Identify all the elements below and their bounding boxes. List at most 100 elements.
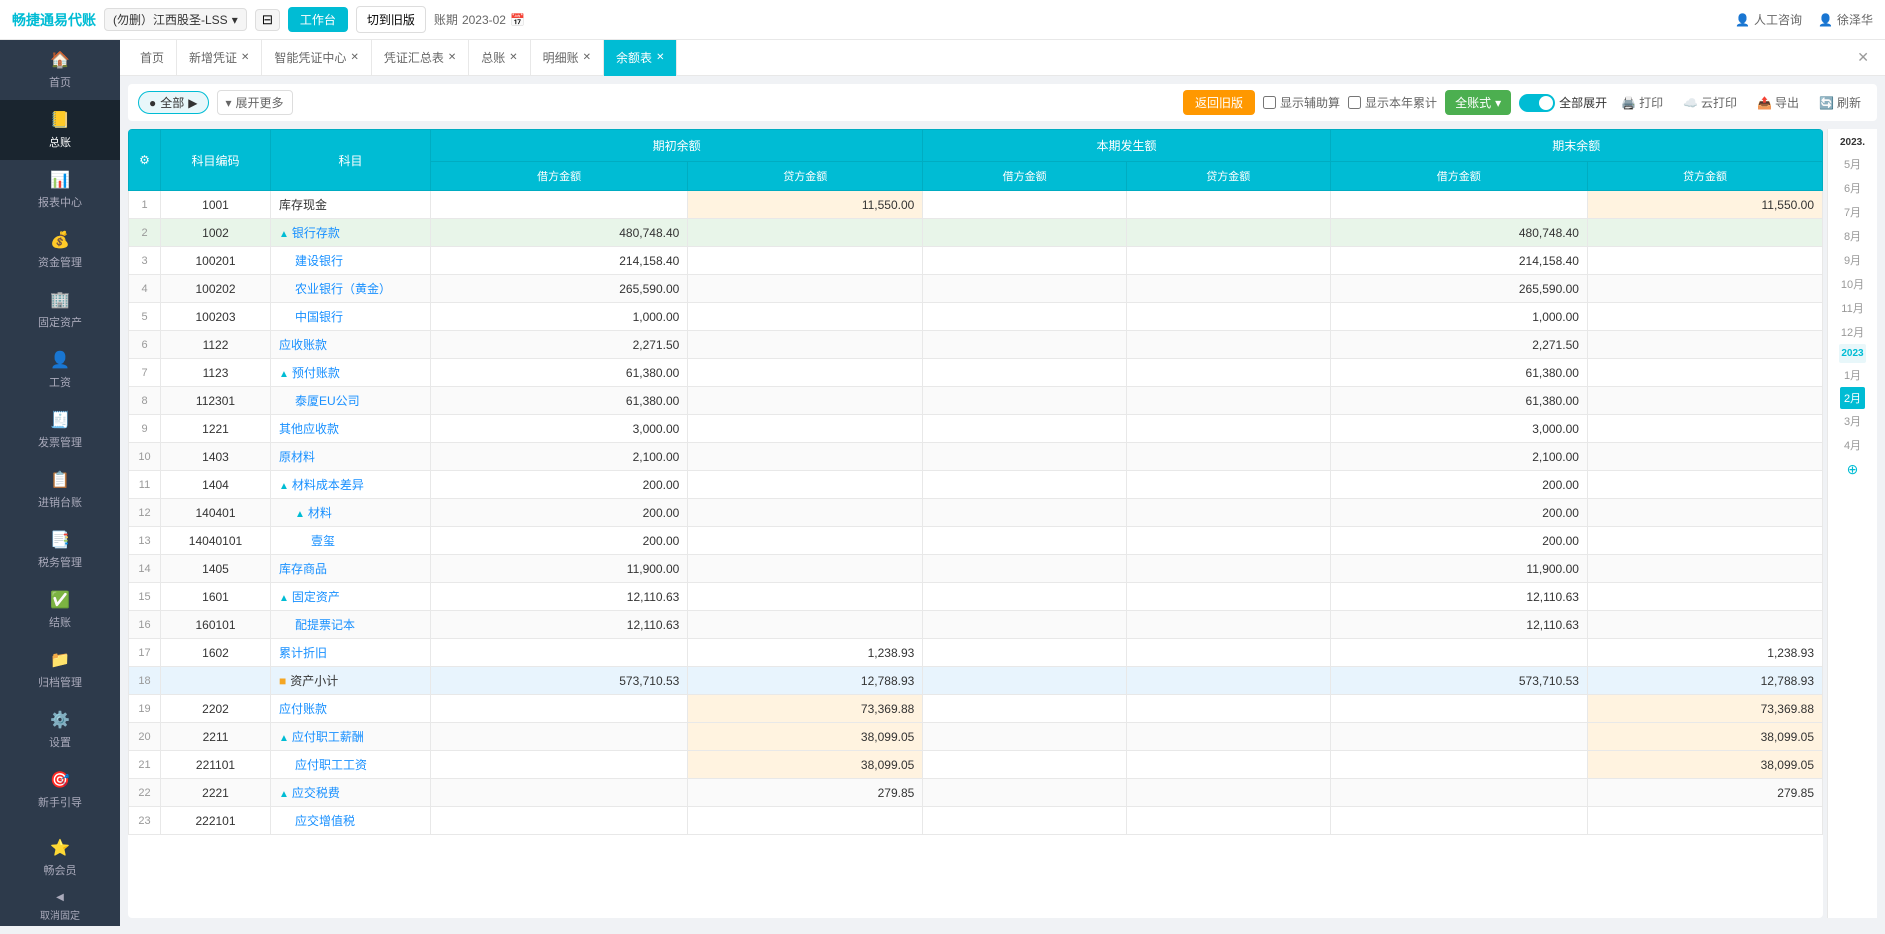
month-2-active[interactable]: 2月 bbox=[1840, 387, 1865, 409]
month-7[interactable]: 7月 bbox=[1842, 200, 1863, 224]
account-name-cell[interactable]: ▲材料 bbox=[271, 499, 431, 527]
account-name-cell[interactable]: 累计折旧 bbox=[271, 639, 431, 667]
print-btn[interactable]: 🖨️ 打印 bbox=[1615, 91, 1669, 114]
sidebar-item-purchasesales[interactable]: 📋 进销台账 bbox=[0, 460, 120, 520]
account-name-link[interactable]: 中国银行 bbox=[279, 310, 343, 324]
account-name-cell[interactable]: 原材料 bbox=[271, 443, 431, 471]
aux-checkbox-input[interactable] bbox=[1263, 96, 1276, 109]
account-name-cell[interactable]: 应交增值税 bbox=[271, 807, 431, 835]
sidebar-item-closing[interactable]: ✅ 结账 bbox=[0, 580, 120, 640]
account-name-cell[interactable]: ▲材料成本差异 bbox=[271, 471, 431, 499]
account-name-link[interactable]: 其他应收款 bbox=[279, 422, 339, 436]
cloud-print-btn[interactable]: ☁️ 云打印 bbox=[1677, 91, 1743, 114]
account-name-cell[interactable]: 应收账款 bbox=[271, 331, 431, 359]
account-name-cell[interactable]: ▲预付账款 bbox=[271, 359, 431, 387]
account-name-cell[interactable]: ▲应交税费 bbox=[271, 779, 431, 807]
copy-icon-btn[interactable]: ⊟ bbox=[255, 9, 280, 31]
month-3[interactable]: 3月 bbox=[1842, 409, 1863, 433]
month-12[interactable]: 12月 bbox=[1839, 320, 1866, 344]
sidebar-item-home[interactable]: 🏠 首页 bbox=[0, 40, 120, 100]
show-ytd-checkbox[interactable]: 显示本年累计 bbox=[1348, 94, 1437, 111]
sidebar-item-archive[interactable]: 📁 归档管理 bbox=[0, 640, 120, 700]
show-aux-checkbox[interactable]: 显示辅助算 bbox=[1263, 94, 1340, 111]
tab-balance[interactable]: 余额表 ✕ bbox=[604, 40, 677, 76]
month-11[interactable]: 11月 bbox=[1839, 296, 1865, 320]
tab-home[interactable]: 首页 bbox=[128, 40, 177, 76]
account-name-cell[interactable]: 泰厦EU公司 bbox=[271, 387, 431, 415]
account-name-cell[interactable]: 农业银行（黄金） bbox=[271, 275, 431, 303]
ytd-checkbox-input[interactable] bbox=[1348, 96, 1361, 109]
sidebar-item-funds[interactable]: 💰 资金管理 bbox=[0, 220, 120, 280]
account-name-cell[interactable]: 应付账款 bbox=[271, 695, 431, 723]
company-selector[interactable]: (勿删）江西股圣-LSS ▾ bbox=[104, 8, 247, 31]
help-info[interactable]: 👤 人工咨询 bbox=[1735, 11, 1802, 28]
account-name-link[interactable]: ▲预付账款 bbox=[279, 366, 340, 380]
account-name-cell[interactable]: 壹玺 bbox=[271, 527, 431, 555]
month-1[interactable]: 1月 bbox=[1842, 363, 1863, 387]
month-5[interactable]: 5月 bbox=[1842, 152, 1863, 176]
expand-btn[interactable]: ▾ 展开更多 bbox=[217, 90, 293, 115]
tab-voucher-summary-close[interactable]: ✕ bbox=[448, 52, 456, 63]
account-name-link[interactable]: 壹玺 bbox=[279, 534, 335, 548]
tab-general-ledger[interactable]: 总账 ✕ bbox=[469, 40, 530, 76]
tab-detail-ledger[interactable]: 明细账 ✕ bbox=[531, 40, 604, 76]
account-name-link[interactable]: 农业银行（黄金） bbox=[279, 282, 391, 296]
sidebar-item-invoice[interactable]: 🧾 发票管理 bbox=[0, 400, 120, 460]
add-period-btn[interactable]: ⊕ bbox=[1845, 457, 1861, 482]
account-name-cell[interactable]: 中国银行 bbox=[271, 303, 431, 331]
account-name-cell[interactable]: 其他应收款 bbox=[271, 415, 431, 443]
filter-badge[interactable]: ● 全部 ▶ bbox=[138, 91, 209, 114]
account-name-cell[interactable]: ▲固定资产 bbox=[271, 583, 431, 611]
expand-toggle[interactable] bbox=[1519, 94, 1555, 112]
workbench-button[interactable]: 工作台 bbox=[288, 7, 348, 32]
month-4[interactable]: 4月 bbox=[1842, 433, 1863, 457]
tab-detail-ledger-close[interactable]: ✕ bbox=[583, 52, 591, 63]
return-old-version-button[interactable]: 返回旧版 bbox=[1183, 90, 1255, 115]
account-name-link[interactable]: 原材料 bbox=[279, 450, 315, 464]
format-button[interactable]: 全账式 ▾ bbox=[1445, 90, 1511, 115]
tab-general-ledger-close[interactable]: ✕ bbox=[509, 52, 517, 63]
sidebar-item-member[interactable]: ⭐ 畅会员 bbox=[0, 828, 120, 888]
account-name-link[interactable]: ▲应付职工薪酬 bbox=[279, 730, 364, 744]
sidebar-unpin-btn[interactable]: ◀ 取消固定 bbox=[0, 888, 120, 926]
account-name-cell[interactable]: 库存现金 bbox=[271, 191, 431, 219]
sidebar-item-reports[interactable]: 📊 报表中心 bbox=[0, 160, 120, 220]
account-name-cell[interactable]: 应付职工工资 bbox=[271, 751, 431, 779]
account-name-link[interactable]: 应交增值税 bbox=[279, 814, 355, 828]
account-name-link[interactable]: ▲应交税费 bbox=[279, 786, 340, 800]
month-6[interactable]: 6月 bbox=[1842, 176, 1863, 200]
refresh-btn[interactable]: 🔄 刷新 bbox=[1813, 91, 1867, 114]
month-8[interactable]: 8月 bbox=[1842, 224, 1863, 248]
tab-smart-voucher-close[interactable]: ✕ bbox=[350, 52, 358, 63]
account-name-link[interactable]: 建设银行 bbox=[279, 254, 343, 268]
switch-version-button[interactable]: 切到旧版 bbox=[356, 6, 426, 33]
account-name-cell[interactable]: ▲银行存款 bbox=[271, 219, 431, 247]
sidebar-item-guide[interactable]: 🎯 新手引导 bbox=[0, 760, 120, 820]
month-9[interactable]: 9月 bbox=[1842, 248, 1863, 272]
month-10[interactable]: 10月 bbox=[1839, 272, 1866, 296]
user-info[interactable]: 👤 徐泽华 bbox=[1818, 11, 1873, 28]
settings-column-header[interactable]: ⚙ bbox=[129, 130, 161, 191]
account-name-cell[interactable]: ■资产小计 bbox=[271, 667, 431, 695]
tab-smart-voucher[interactable]: 智能凭证中心 ✕ bbox=[262, 40, 371, 76]
account-name-link[interactable]: 泰厦EU公司 bbox=[279, 394, 360, 408]
account-name-link[interactable]: 累计折旧 bbox=[279, 646, 327, 660]
calendar-icon[interactable]: 📅 bbox=[510, 13, 525, 27]
export-btn[interactable]: 📤 导出 bbox=[1751, 91, 1805, 114]
sidebar-item-assets[interactable]: 🏢 固定资产 bbox=[0, 280, 120, 340]
account-name-cell[interactable]: 建设银行 bbox=[271, 247, 431, 275]
tab-new-voucher-close[interactable]: ✕ bbox=[241, 52, 249, 63]
account-name-link[interactable]: ▲银行存款 bbox=[279, 226, 340, 240]
account-name-link[interactable]: ▲固定资产 bbox=[279, 590, 340, 604]
account-name-cell[interactable]: 配提票记本 bbox=[271, 611, 431, 639]
account-name-link[interactable]: 库存商品 bbox=[279, 562, 327, 576]
account-name-cell[interactable]: ▲应付职工薪酬 bbox=[271, 723, 431, 751]
account-name-link[interactable]: ▲材料 bbox=[279, 506, 332, 520]
sidebar-item-ledger[interactable]: 📒 总账 bbox=[0, 100, 120, 160]
sidebar-item-settings[interactable]: ⚙️ 设置 bbox=[0, 700, 120, 760]
account-name-link[interactable]: 应收账款 bbox=[279, 338, 327, 352]
account-name-link[interactable]: 应付职工工资 bbox=[279, 758, 367, 772]
tab-new-voucher[interactable]: 新增凭证 ✕ bbox=[177, 40, 262, 76]
account-name-link[interactable]: 配提票记本 bbox=[279, 618, 355, 632]
tab-balance-close[interactable]: ✕ bbox=[656, 52, 664, 63]
